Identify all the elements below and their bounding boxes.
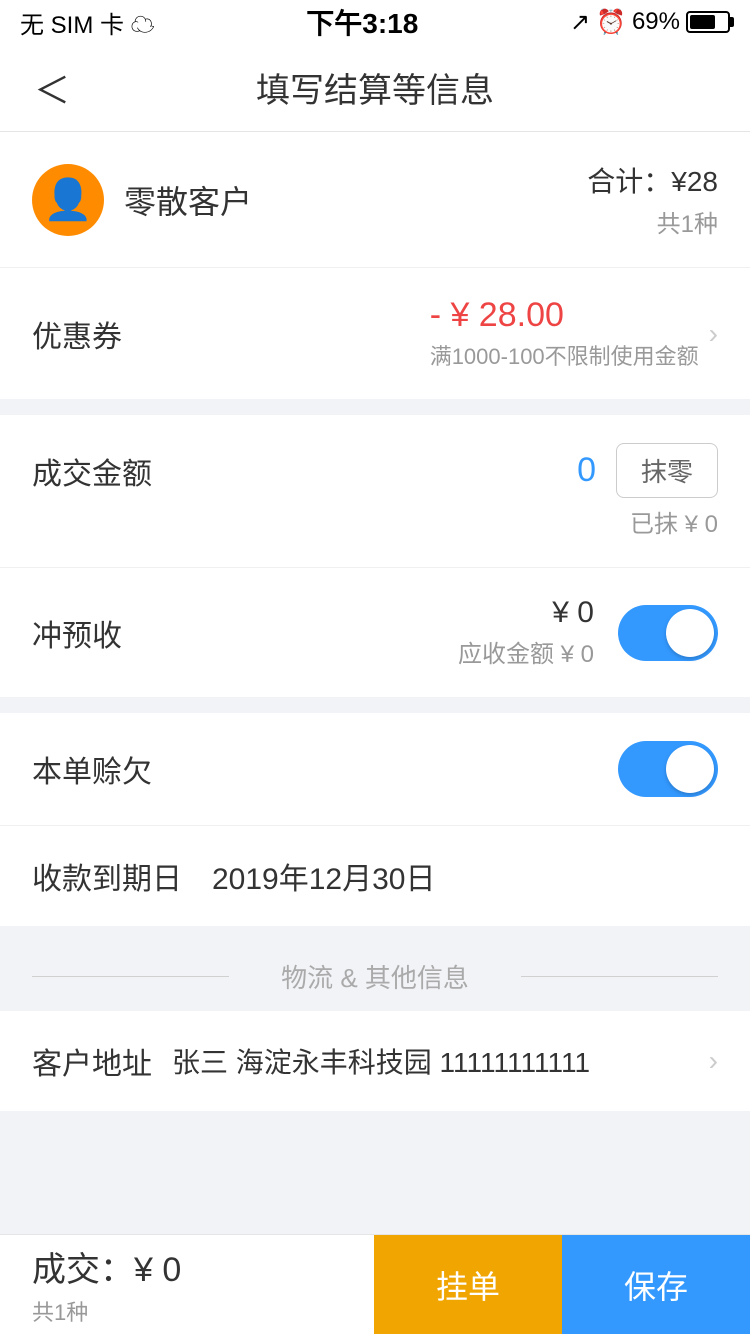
due-date-text: 收款到期日 2019年12月30日 (32, 863, 435, 896)
prepay-receivable: 应收金额 ¥ 0 (458, 634, 594, 669)
toggle-thumb (666, 609, 714, 657)
total-label: 合计：¥28 (587, 160, 718, 200)
deal-amount-row: 成交金额 0 抹零 已抹 ¥ 0 (0, 415, 750, 568)
address-chevron-icon: › (709, 1045, 718, 1077)
total-count: 共1种 (587, 204, 718, 239)
coupon-chevron-icon: › (709, 318, 718, 350)
prepay-amount: ¥ 0 (458, 596, 594, 630)
customer-section: 👤 零散客户 合计：¥28 共1种 优惠券 - ¥ 28.00 满1000-10… (0, 132, 750, 399)
prepay-row: 冲预收 ¥ 0 应收金额 ¥ 0 (0, 568, 750, 697)
status-bar: 无 SIM 卡 ☁ 下午3:18 ↗ ⏰ 69% (0, 0, 750, 44)
coupon-right: - ¥ 28.00 满1000-100不限制使用金额 › (430, 296, 718, 371)
bottom-deal-value: ¥ 0 (134, 1251, 181, 1289)
sep-line-left (32, 976, 229, 977)
status-left: 无 SIM 卡 ☁ (20, 5, 155, 40)
sep-line-right (521, 976, 718, 977)
bottom-deal-prefix: 成交： (32, 1251, 134, 1289)
coupon-desc: 满1000-100不限制使用金额 (430, 339, 699, 371)
battery-icon (686, 11, 730, 33)
coupon-amount: - ¥ 28.00 (430, 296, 699, 335)
status-time: 下午3:18 (306, 2, 418, 42)
bottom-info: 成交：¥ 0 共1种 (0, 1242, 374, 1327)
due-date-label: 收款到期日 (32, 863, 212, 896)
coupon-row[interactable]: 优惠券 - ¥ 28.00 满1000-100不限制使用金额 › (0, 267, 750, 399)
prepay-toggle[interactable] (618, 605, 718, 661)
prepay-right: ¥ 0 应收金额 ¥ 0 (458, 596, 718, 669)
avatar-icon: 👤 (43, 176, 93, 223)
sim-status: 无 SIM 卡 ☁ (20, 5, 155, 40)
hold-button[interactable]: 挂单 (374, 1235, 562, 1334)
customer-row: 👤 零散客户 合计：¥28 共1种 (0, 132, 750, 267)
bottom-deal-amount: 成交：¥ 0 (32, 1242, 342, 1291)
address-section: 客户地址 张三 海淀永丰科技园 11111111111 › (0, 1011, 750, 1111)
round-zero-button[interactable]: 抹零 (616, 443, 718, 498)
save-button[interactable]: 保存 (562, 1235, 750, 1334)
avatar: 👤 (32, 164, 104, 236)
debt-toggle-thumb (666, 745, 714, 793)
alarm-icon: ⏰ (596, 8, 626, 37)
bottom-count: 共1种 (32, 1295, 342, 1327)
customer-name: 零散客户 (124, 177, 252, 223)
battery-text: 69% (632, 8, 680, 36)
coupon-label: 优惠券 (32, 312, 122, 356)
deal-section: 成交金额 0 抹零 已抹 ¥ 0 冲预收 ¥ 0 应收金额 ¥ 0 (0, 415, 750, 697)
debt-section: 本单赊欠 收款到期日 2019年12月30日 (0, 713, 750, 926)
debt-label: 本单赊欠 (32, 747, 152, 791)
prepay-amount-block: ¥ 0 应收金额 ¥ 0 (458, 596, 594, 669)
debt-toggle[interactable] (618, 741, 718, 797)
page-title: 填写结算等信息 (256, 63, 494, 112)
bottom-bar: 成交：¥ 0 共1种 挂单 保存 (0, 1234, 750, 1334)
nav-bar: ＜ 填写结算等信息 (0, 44, 750, 132)
address-row[interactable]: 客户地址 张三 海淀永丰科技园 11111111111 › (0, 1011, 750, 1111)
logistics-separator: 物流 & 其他信息 (0, 942, 750, 1011)
address-value: 张三 海淀永丰科技园 11111111111 (172, 1041, 709, 1081)
address-label: 客户地址 (32, 1039, 152, 1083)
customer-left: 👤 零散客户 (32, 164, 252, 236)
location-icon: ↗ (570, 8, 590, 37)
back-button[interactable]: ＜ (24, 52, 80, 124)
deal-top: 成交金额 0 抹零 (32, 443, 718, 498)
due-date-row: 收款到期日 2019年12月30日 (0, 825, 750, 926)
due-date-value: 2019年12月30日 (212, 863, 435, 896)
debt-row: 本单赊欠 (0, 713, 750, 825)
deal-amount-value: 0 (577, 451, 596, 490)
prepay-label: 冲预收 (32, 611, 122, 655)
deal-amount-label: 成交金额 (32, 449, 152, 493)
deal-right: 0 抹零 (577, 443, 718, 498)
logistics-label: 物流 & 其他信息 (281, 958, 469, 995)
deal-sub-text: 已抹 ¥ 0 (32, 504, 718, 539)
customer-total: 合计：¥28 共1种 (587, 160, 718, 239)
status-right: ↗ ⏰ 69% (570, 8, 730, 37)
